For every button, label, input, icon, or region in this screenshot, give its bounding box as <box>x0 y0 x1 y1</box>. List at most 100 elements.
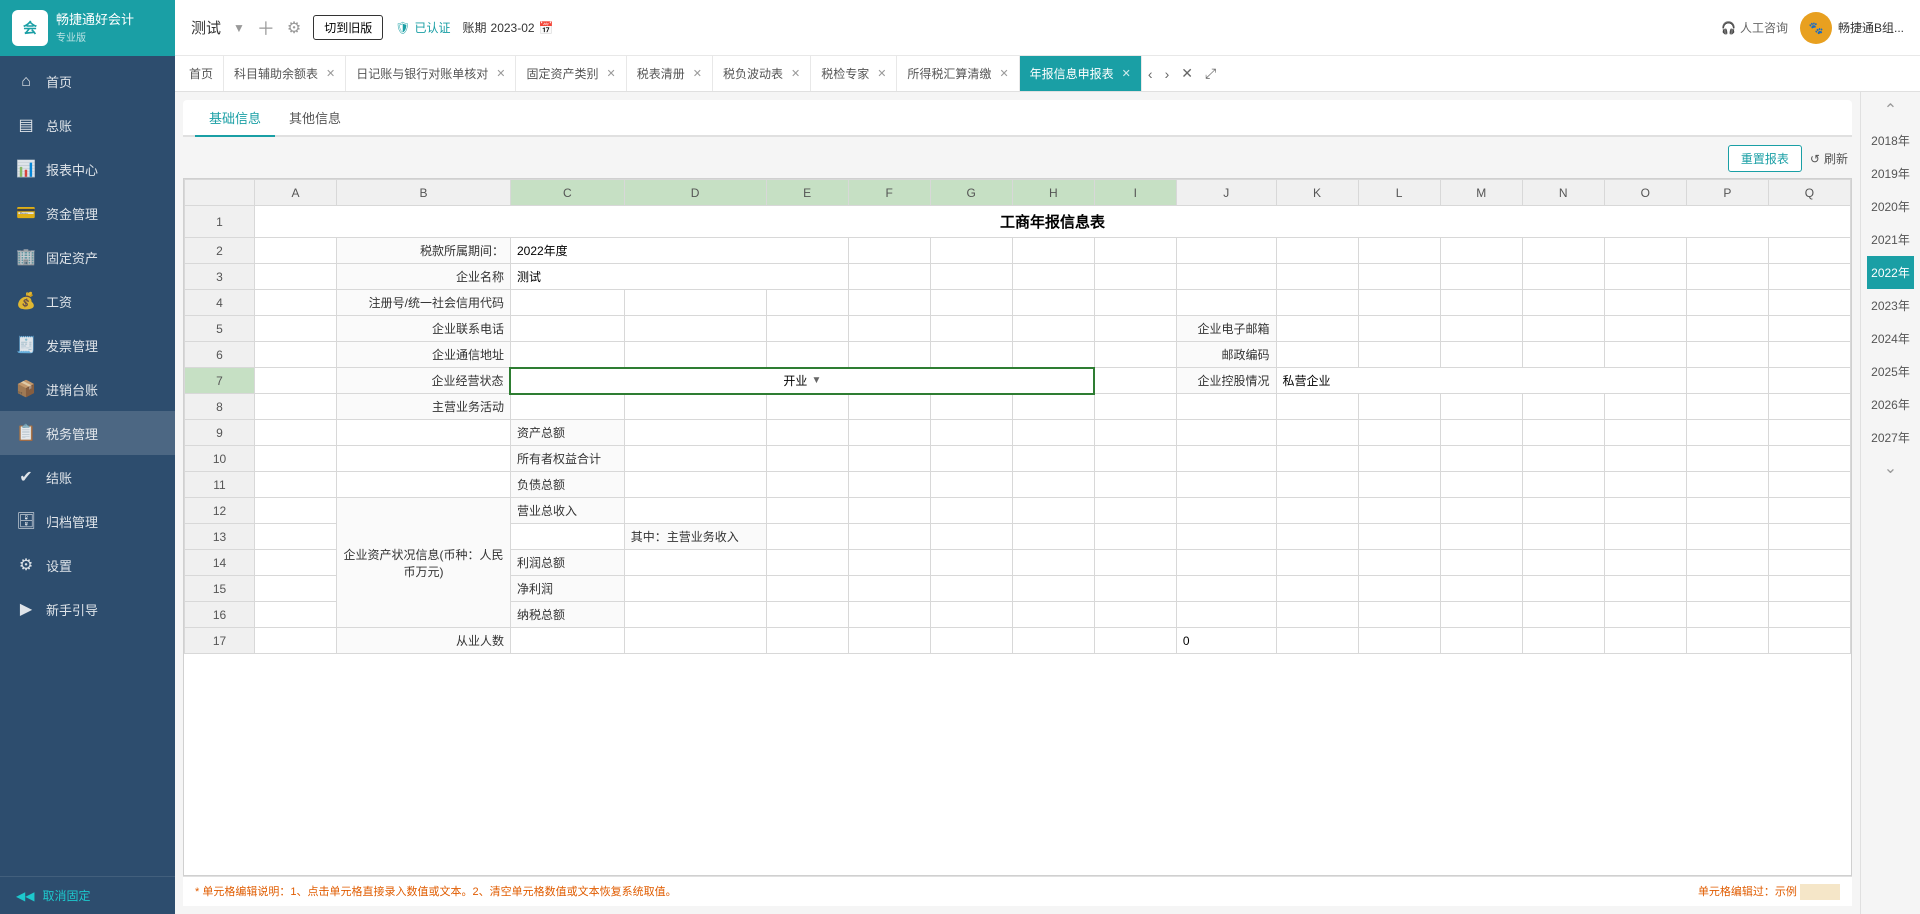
tab-prev-button[interactable]: ‹ <box>1142 66 1159 82</box>
cell-7-C[interactable]: 开业▼ <box>510 368 1094 394</box>
sidebar-label-invoice: 发票管理 <box>46 336 98 355</box>
tab-close-annual-report[interactable]: ✕ <box>1122 67 1131 80</box>
sidebar-item-home[interactable]: ⌂首页 <box>0 60 175 103</box>
cell-3-A <box>255 264 337 290</box>
switch-version-button[interactable]: 切到旧版 <box>313 15 383 40</box>
support-button[interactable]: 🎧 人工咨询 <box>1721 19 1788 36</box>
year-item-2022年[interactable]: 2022年 <box>1867 256 1914 289</box>
cell-2-H <box>1012 238 1094 264</box>
cell-12-C: 营业总收入 <box>510 498 624 524</box>
cell-12-F <box>848 498 930 524</box>
cell-12-A <box>255 498 337 524</box>
tab-tax-fluctuation[interactable]: 税负波动表✕ <box>713 56 811 91</box>
cell-12-Q <box>1768 498 1850 524</box>
sidebar-item-funds[interactable]: 💳资金管理 <box>0 191 175 235</box>
year-item-2023年[interactable]: 2023年 <box>1867 289 1914 322</box>
tab-journal-bank[interactable]: 日记账与银行对账单核对✕ <box>346 56 516 91</box>
cell-6-P <box>1686 342 1768 368</box>
sidebar-item-inventory[interactable]: 📦进销台账 <box>0 367 175 411</box>
sidebar-unpin-button[interactable]: ◀◀ 取消固定 <box>0 876 175 914</box>
cell-13-M <box>1440 524 1522 550</box>
sidebar-item-assets[interactable]: 🏢 固定资产 <box>0 235 175 279</box>
tab-annual-report[interactable]: 年报信息申报表✕ <box>1020 56 1142 91</box>
scroll-up-button[interactable]: ⌃ <box>1861 96 1920 124</box>
unpin-label: 取消固定 <box>42 887 90 904</box>
year-item-2018年[interactable]: 2018年 <box>1867 124 1914 157</box>
sidebar-item-tax[interactable]: 📋税务管理 <box>0 411 175 455</box>
tab-close-fixed-assets-cat[interactable]: ✕ <box>607 67 616 80</box>
tab-close-aux-balance[interactable]: ✕ <box>326 67 335 80</box>
year-item-2025年[interactable]: 2025年 <box>1867 355 1914 388</box>
row-header-15: 15 <box>185 576 255 602</box>
topbar-dropdown-arrow[interactable]: ▼ <box>233 21 245 35</box>
tab-fixed-assets-cat[interactable]: 固定资产类别✕ <box>516 56 626 91</box>
cell-8-E <box>766 394 848 420</box>
tab-close-tax-expert[interactable]: ✕ <box>877 67 886 80</box>
year-item-2024年[interactable]: 2024年 <box>1867 322 1914 355</box>
refresh-button[interactable]: ↺ 刷新 <box>1810 150 1848 167</box>
tab-aux-balance[interactable]: 科目辅助余额表✕ <box>224 56 346 91</box>
cell-6-K <box>1276 342 1358 368</box>
cell-15-D <box>624 576 766 602</box>
col-header-N: N <box>1522 180 1604 206</box>
archive-icon: 🗄 <box>16 511 36 531</box>
cell-2-A <box>255 238 337 264</box>
tab-close-tax-list[interactable]: ✕ <box>693 67 702 80</box>
tab-income-tax[interactable]: 所得税汇算清缴✕ <box>897 56 1019 91</box>
cell-3-L <box>1358 264 1440 290</box>
cell-13-Q <box>1768 524 1850 550</box>
reset-report-button[interactable]: 重置报表 <box>1728 145 1802 172</box>
cell-4-C <box>510 290 624 316</box>
cell-6-F <box>848 342 930 368</box>
spreadsheet[interactable]: ABCDEFGHIJKLMNOPQ 1工商年报信息表2税款所属期间：2022年度… <box>183 178 1852 876</box>
year-item-2019年[interactable]: 2019年 <box>1867 157 1914 190</box>
dropdown-arrow: ▼ <box>811 375 821 386</box>
sidebar-label-reports: 报表中心 <box>46 160 98 179</box>
sub-tab-basic[interactable]: 基础信息 <box>195 100 275 137</box>
topbar-add-button[interactable]: ＋ <box>257 15 275 41</box>
year-item-2027年[interactable]: 2027年 <box>1867 421 1914 454</box>
cell-11-O <box>1604 472 1686 498</box>
year-item-2021年[interactable]: 2021年 <box>1867 223 1914 256</box>
tab-close-income-tax[interactable]: ✕ <box>999 67 1008 80</box>
tab-expand-button[interactable]: ⤢ <box>1199 65 1222 82</box>
tab-label-tax-expert: 税检专家 <box>821 65 869 82</box>
sub-tab-other[interactable]: 其他信息 <box>275 100 355 137</box>
year-item-2020年[interactable]: 2020年 <box>1867 190 1914 223</box>
tab-tax-list[interactable]: 税表清册✕ <box>627 56 713 91</box>
sidebar-item-salary[interactable]: 💰工资 <box>0 279 175 323</box>
cell-15-H <box>1012 576 1094 602</box>
sidebar-item-checkout[interactable]: ✔结账 <box>0 455 175 499</box>
tab-next-button[interactable]: › <box>1159 66 1176 82</box>
tab-home[interactable]: 首页 <box>179 56 224 91</box>
tab-tax-expert[interactable]: 税检专家 ✕ <box>811 56 897 91</box>
sidebar-label-assets: 固定资产 <box>46 248 98 267</box>
col-header-H: H <box>1012 180 1094 206</box>
cell-4-O <box>1604 290 1686 316</box>
scroll-down-button[interactable]: ⌄ <box>1861 454 1920 482</box>
sidebar-item-guide[interactable]: ▶新手引导 <box>0 587 175 631</box>
sidebar-item-archive[interactable]: 🗄归档管理 <box>0 499 175 543</box>
tab-close-all-button[interactable]: ✕ <box>1175 65 1199 82</box>
row-header-14: 14 <box>185 550 255 576</box>
tab-close-tax-fluctuation[interactable]: ✕ <box>791 67 800 80</box>
cell-16-F <box>848 602 930 628</box>
cell-8-I <box>1094 394 1176 420</box>
sidebar-item-settings[interactable]: ⚙设置 <box>0 543 175 587</box>
sidebar-item-reports[interactable]: 📊报表中心 <box>0 147 175 191</box>
sidebar-item-invoice[interactable]: 🧾发票管理 <box>0 323 175 367</box>
topbar-settings-button[interactable]: ⚙ <box>287 18 301 38</box>
cell-5-O <box>1604 316 1686 342</box>
year-item-2026年[interactable]: 2026年 <box>1867 388 1914 421</box>
cell-14-M <box>1440 550 1522 576</box>
user-menu[interactable]: 🐾 畅捷通B组... <box>1800 12 1904 44</box>
cell-11-I <box>1094 472 1176 498</box>
cell-4-G <box>930 290 1012 316</box>
table-row: 1工商年报信息表 <box>185 206 1851 238</box>
calendar-icon[interactable]: 📅 <box>539 21 554 35</box>
assets-icon: 🏢 <box>16 247 36 267</box>
tab-close-journal-bank[interactable]: ✕ <box>496 67 505 80</box>
cell-3-F <box>848 264 930 290</box>
cell-11-J <box>1176 472 1276 498</box>
sidebar-item-ledger[interactable]: ▤总账 <box>0 103 175 147</box>
